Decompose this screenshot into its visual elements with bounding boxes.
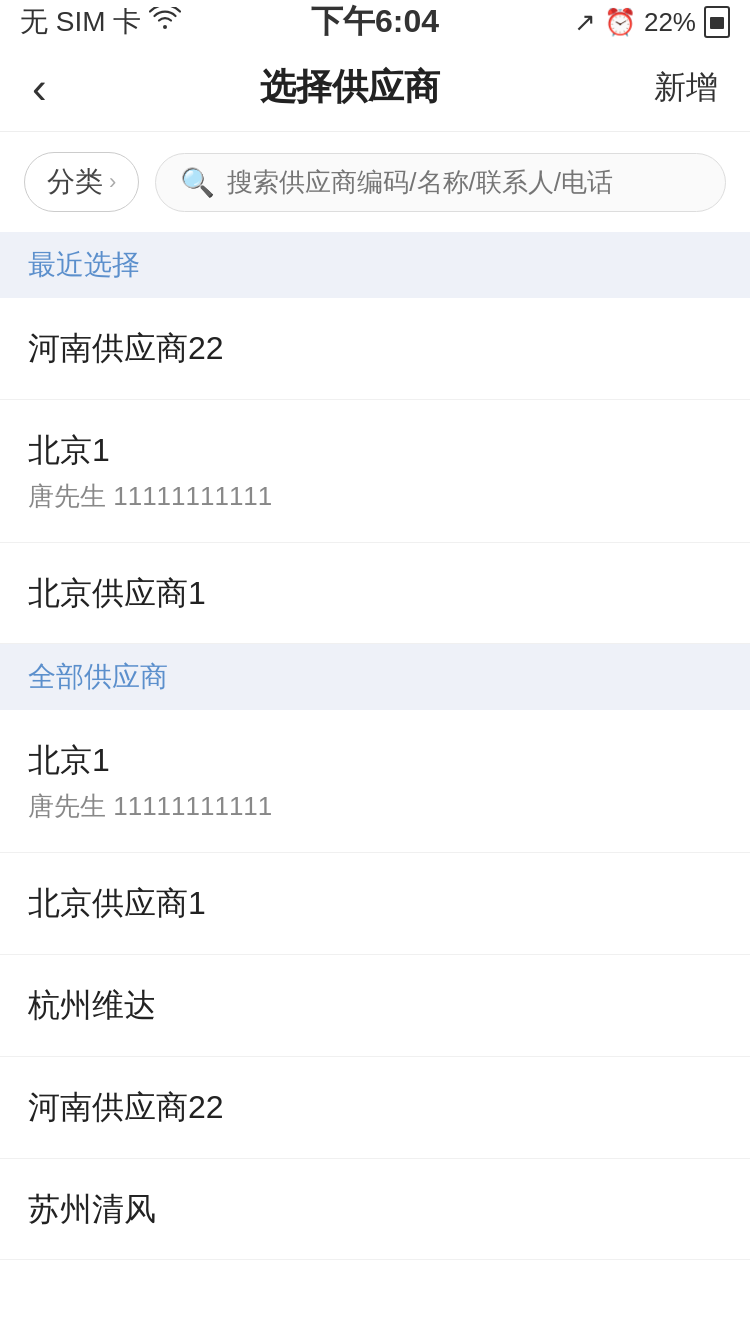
battery-text: 22% bbox=[644, 7, 696, 38]
alarm-icon: ⏰ bbox=[604, 7, 636, 38]
item-name: 河南供应商22 bbox=[28, 1085, 722, 1130]
search-box[interactable]: 🔍 bbox=[155, 153, 726, 212]
recent-items-list: 河南供应商22 北京1 唐先生 11111111111 北京供应商1 bbox=[0, 298, 750, 644]
add-button[interactable]: 新增 bbox=[654, 66, 718, 110]
filter-bar: 分类 › 🔍 bbox=[0, 132, 750, 232]
list-item[interactable]: 北京1 唐先生 11111111111 bbox=[0, 400, 750, 543]
page-title: 选择供应商 bbox=[260, 63, 440, 112]
chevron-right-icon: › bbox=[109, 169, 116, 195]
item-name: 河南供应商22 bbox=[28, 326, 722, 371]
item-sub: 唐先生 11111111111 bbox=[28, 789, 722, 824]
battery-icon bbox=[704, 6, 730, 38]
list-item[interactable]: 杭州维达 bbox=[0, 955, 750, 1057]
item-name: 北京1 bbox=[28, 738, 722, 783]
item-name: 苏州清风 bbox=[28, 1187, 722, 1232]
carrier-text: 无 SIM 卡 bbox=[20, 3, 141, 41]
all-section-label: 全部供应商 bbox=[28, 661, 168, 692]
item-name: 北京1 bbox=[28, 428, 722, 473]
category-label: 分类 bbox=[47, 163, 103, 201]
recent-section-header: 最近选择 bbox=[0, 232, 750, 298]
wifi-icon bbox=[149, 6, 181, 38]
all-items-list: 北京1 唐先生 11111111111 北京供应商1 杭州维达河南供应商22 苏州清风 bbox=[0, 710, 750, 1260]
list-item[interactable]: 北京供应商1 bbox=[0, 543, 750, 645]
status-bar: 无 SIM 卡 下午6:04 ↗ ⏰ 22% bbox=[0, 0, 750, 44]
item-name: 北京供应商1 bbox=[28, 571, 722, 616]
status-left: 无 SIM 卡 bbox=[20, 3, 181, 41]
recent-section-label: 最近选择 bbox=[28, 249, 140, 280]
status-right: ↗ ⏰ 22% bbox=[574, 6, 730, 38]
back-icon: ‹ bbox=[32, 66, 47, 110]
search-input[interactable] bbox=[227, 167, 701, 198]
status-time: 下午6:04 bbox=[311, 0, 439, 44]
category-button[interactable]: 分类 › bbox=[24, 152, 139, 212]
item-sub: 唐先生 11111111111 bbox=[28, 479, 722, 514]
nav-bar: ‹ 选择供应商 新增 bbox=[0, 44, 750, 132]
list-item[interactable]: 苏州清风 bbox=[0, 1159, 750, 1261]
search-icon: 🔍 bbox=[180, 166, 215, 199]
back-button[interactable]: ‹ bbox=[32, 66, 47, 110]
list-item[interactable]: 北京供应商1 bbox=[0, 853, 750, 955]
list-item[interactable]: 北京1 唐先生 11111111111 bbox=[0, 710, 750, 853]
list-item[interactable]: 河南供应商22 bbox=[0, 1057, 750, 1159]
item-name: 北京供应商1 bbox=[28, 881, 722, 926]
item-name: 杭州维达 bbox=[28, 983, 722, 1028]
list-item[interactable]: 河南供应商22 bbox=[0, 298, 750, 400]
location-icon: ↗ bbox=[574, 7, 596, 38]
all-section-header: 全部供应商 bbox=[0, 644, 750, 710]
